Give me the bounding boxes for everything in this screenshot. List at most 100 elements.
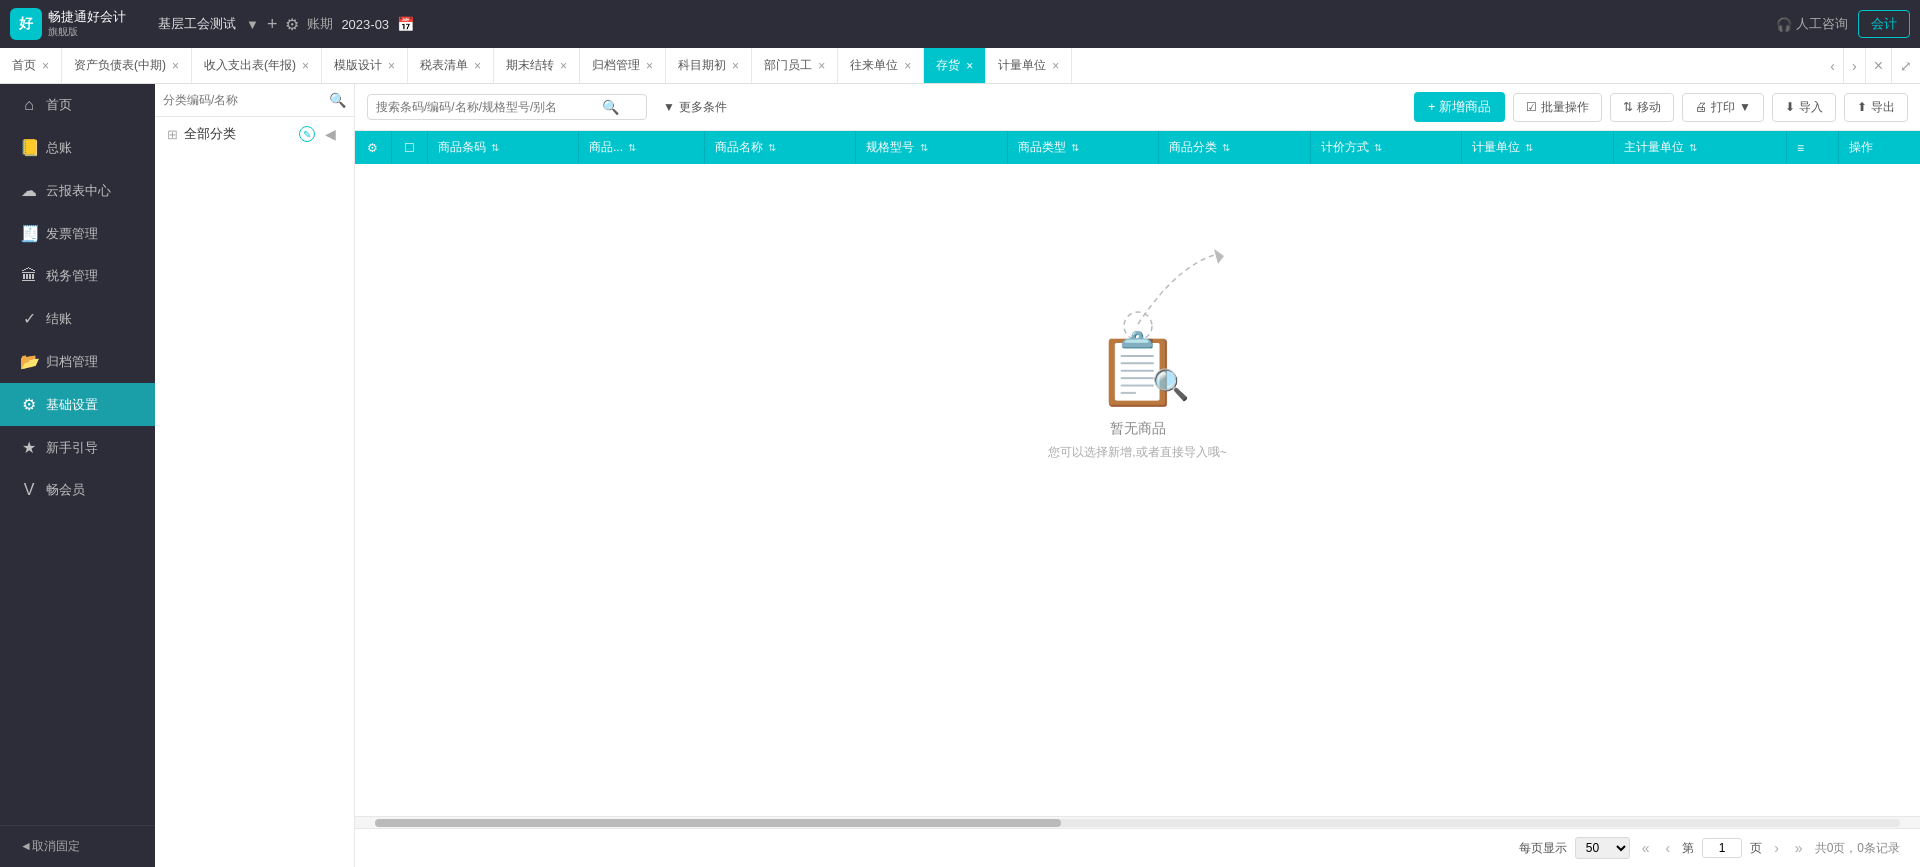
add-tab-icon[interactable]: + [267, 14, 278, 35]
tab-tax-list[interactable]: 税表清单 × [408, 48, 494, 84]
th-unit[interactable]: 计量单位 ⇅ [1462, 131, 1613, 164]
sort-code-icon[interactable]: ⇅ [628, 142, 636, 153]
account-button[interactable]: 会计 [1858, 10, 1910, 38]
tab-next-button[interactable]: › [1844, 48, 1866, 84]
sidebar-item-basic[interactable]: ⚙ 基础设置 [0, 383, 155, 426]
tab-period-close[interactable]: 期末结转 × [494, 48, 580, 84]
th-main-unit[interactable]: 主计量单位 ⇅ [1613, 131, 1787, 164]
tab-contacts[interactable]: 往来单位 × [838, 48, 924, 84]
help-button[interactable]: 🎧 人工咨询 [1776, 15, 1848, 33]
tab-template[interactable]: 模版设计 × [322, 48, 408, 84]
th-barcode[interactable]: 商品条码 ⇅ [427, 131, 578, 164]
search-input[interactable] [376, 100, 596, 114]
sort-type-icon[interactable]: ⇅ [1071, 142, 1079, 153]
category-search-input[interactable] [163, 93, 329, 107]
sidebar-item-home[interactable]: ⌂ 首页 [0, 84, 155, 126]
sort-name-icon[interactable]: ⇅ [768, 142, 776, 153]
doc-wrapper: 📋 🔍 [1094, 334, 1181, 404]
tab-close-income[interactable]: × [302, 59, 309, 73]
sort-pricing-icon[interactable]: ⇅ [1374, 142, 1382, 153]
tab-unit[interactable]: 计量单位 × [986, 48, 1072, 84]
sidebar-item-ledger[interactable]: 📒 总账 [0, 126, 155, 169]
tab-income[interactable]: 收入支出表(年报) × [192, 48, 322, 84]
sidebar-item-tax[interactable]: 🏛 税务管理 [0, 255, 155, 297]
tab-close-home[interactable]: × [42, 59, 49, 73]
invoice-icon: 🧾 [20, 224, 38, 243]
batch-button[interactable]: ☑ 批量操作 [1513, 93, 1602, 122]
tab-close-template[interactable]: × [388, 59, 395, 73]
tab-department[interactable]: 部门员工 × [752, 48, 838, 84]
category-grid-icon: ⊞ [167, 127, 178, 142]
th-category[interactable]: 商品分类 ⇅ [1159, 131, 1310, 164]
tab-close-department[interactable]: × [818, 59, 825, 73]
th-type[interactable]: 商品类型 ⇅ [1007, 131, 1158, 164]
print-button[interactable]: 🖨 打印 ▼ [1682, 93, 1764, 122]
category-search-icon[interactable]: 🔍 [329, 92, 346, 108]
th-code[interactable]: 商品... ⇅ [578, 131, 704, 164]
th-spec[interactable]: 规格型号 ⇅ [856, 131, 1007, 164]
unpin-button[interactable]: ◄取消固定 [0, 825, 155, 867]
content-area: 🔍 ⊞ 全部分类 ✎ ◀ 🔍 [155, 84, 1920, 867]
sort-category-icon[interactable]: ⇅ [1222, 142, 1230, 153]
scrollbar-track[interactable] [375, 819, 1900, 827]
member-icon: V [20, 481, 38, 499]
tab-close-period-close[interactable]: × [560, 59, 567, 73]
scrollbar-thumb[interactable] [375, 819, 1061, 827]
tab-archive[interactable]: 归档管理 × [580, 48, 666, 84]
sidebar: ⌂ 首页 📒 总账 ☁ 云报表中心 🧾 发票管理 🏛 税务管理 ✓ 结账 📂 归… [0, 84, 155, 867]
category-all[interactable]: ⊞ 全部分类 ✎ ◀ [155, 117, 354, 151]
prev-page-button[interactable]: ‹ [1662, 838, 1675, 858]
tab-close-all-button[interactable]: × [1866, 48, 1892, 84]
company-dropdown-icon[interactable]: ▼ [246, 17, 259, 32]
th-checkbox[interactable]: ☐ [391, 131, 427, 164]
sort-unit-icon[interactable]: ⇅ [1525, 142, 1533, 153]
toolbar: 🔍 ▼ 更多条件 + 新增商品 ☑ 批量操作 ⇅ [355, 84, 1920, 131]
tab-subject[interactable]: 科目期初 × [666, 48, 752, 84]
sidebar-item-invoice[interactable]: 🧾 发票管理 [0, 212, 155, 255]
th-pricing[interactable]: 计价方式 ⇅ [1310, 131, 1461, 164]
tab-inventory[interactable]: 存货 × [924, 48, 986, 84]
export-button[interactable]: ⬆ 导出 [1844, 93, 1908, 122]
sidebar-item-reports[interactable]: ☁ 云报表中心 [0, 169, 155, 212]
tab-close-archive[interactable]: × [646, 59, 653, 73]
tab-close-subject[interactable]: × [732, 59, 739, 73]
app-name: 畅捷通好会计 [48, 9, 126, 25]
first-page-button[interactable]: « [1638, 838, 1654, 858]
collapse-icon[interactable]: ◀ [319, 126, 342, 142]
tab-prev-button[interactable]: ‹ [1822, 48, 1844, 84]
sidebar-item-member[interactable]: V 畅会员 [0, 469, 155, 511]
tab-expand-button[interactable]: ⤢ [1892, 48, 1920, 84]
tab-close-contacts[interactable]: × [904, 59, 911, 73]
add-product-button[interactable]: + 新增商品 [1414, 92, 1505, 122]
tab-close-inventory[interactable]: × [966, 59, 973, 73]
import-button[interactable]: ⬇ 导入 [1772, 93, 1836, 122]
th-settings[interactable]: ⚙ [355, 131, 391, 164]
calendar-icon[interactable]: 📅 [397, 16, 414, 32]
tab-close-tax-list[interactable]: × [474, 59, 481, 73]
th-more[interactable]: ≡ [1787, 131, 1839, 164]
tab-home[interactable]: 首页 × [0, 48, 62, 84]
next-page-button[interactable]: › [1770, 838, 1783, 858]
tab-balance[interactable]: 资产负债表(中期) × [62, 48, 192, 84]
page-input[interactable] [1702, 838, 1742, 858]
per-page-select[interactable]: 50 100 200 [1575, 837, 1630, 859]
search-box[interactable]: 🔍 [367, 94, 647, 120]
tab-close-balance[interactable]: × [172, 59, 179, 73]
search-icon[interactable]: 🔍 [602, 99, 619, 115]
tab-close-unit[interactable]: × [1052, 59, 1059, 73]
category-edit-icon[interactable]: ✎ [299, 126, 315, 142]
sort-main-unit-icon[interactable]: ⇅ [1689, 142, 1697, 153]
th-name[interactable]: 商品名称 ⇅ [704, 131, 855, 164]
last-page-button[interactable]: » [1791, 838, 1807, 858]
move-button[interactable]: ⇅ 移动 [1610, 93, 1674, 122]
filter-button[interactable]: ▼ 更多条件 [655, 95, 735, 120]
batch-icon: ☑ [1526, 100, 1537, 114]
sidebar-item-newbie[interactable]: ★ 新手引导 [0, 426, 155, 469]
sidebar-item-settle[interactable]: ✓ 结账 [0, 297, 155, 340]
sidebar-item-archive[interactable]: 📂 归档管理 [0, 340, 155, 383]
sort-spec-icon[interactable]: ⇅ [920, 142, 928, 153]
main-area: ⌂ 首页 📒 总账 ☁ 云报表中心 🧾 发票管理 🏛 税务管理 ✓ 结账 📂 归… [0, 84, 1920, 867]
sort-barcode-icon[interactable]: ⇅ [491, 142, 499, 153]
settings-icon[interactable]: ⚙ [285, 15, 299, 34]
table-scrollbar-area [355, 816, 1920, 828]
